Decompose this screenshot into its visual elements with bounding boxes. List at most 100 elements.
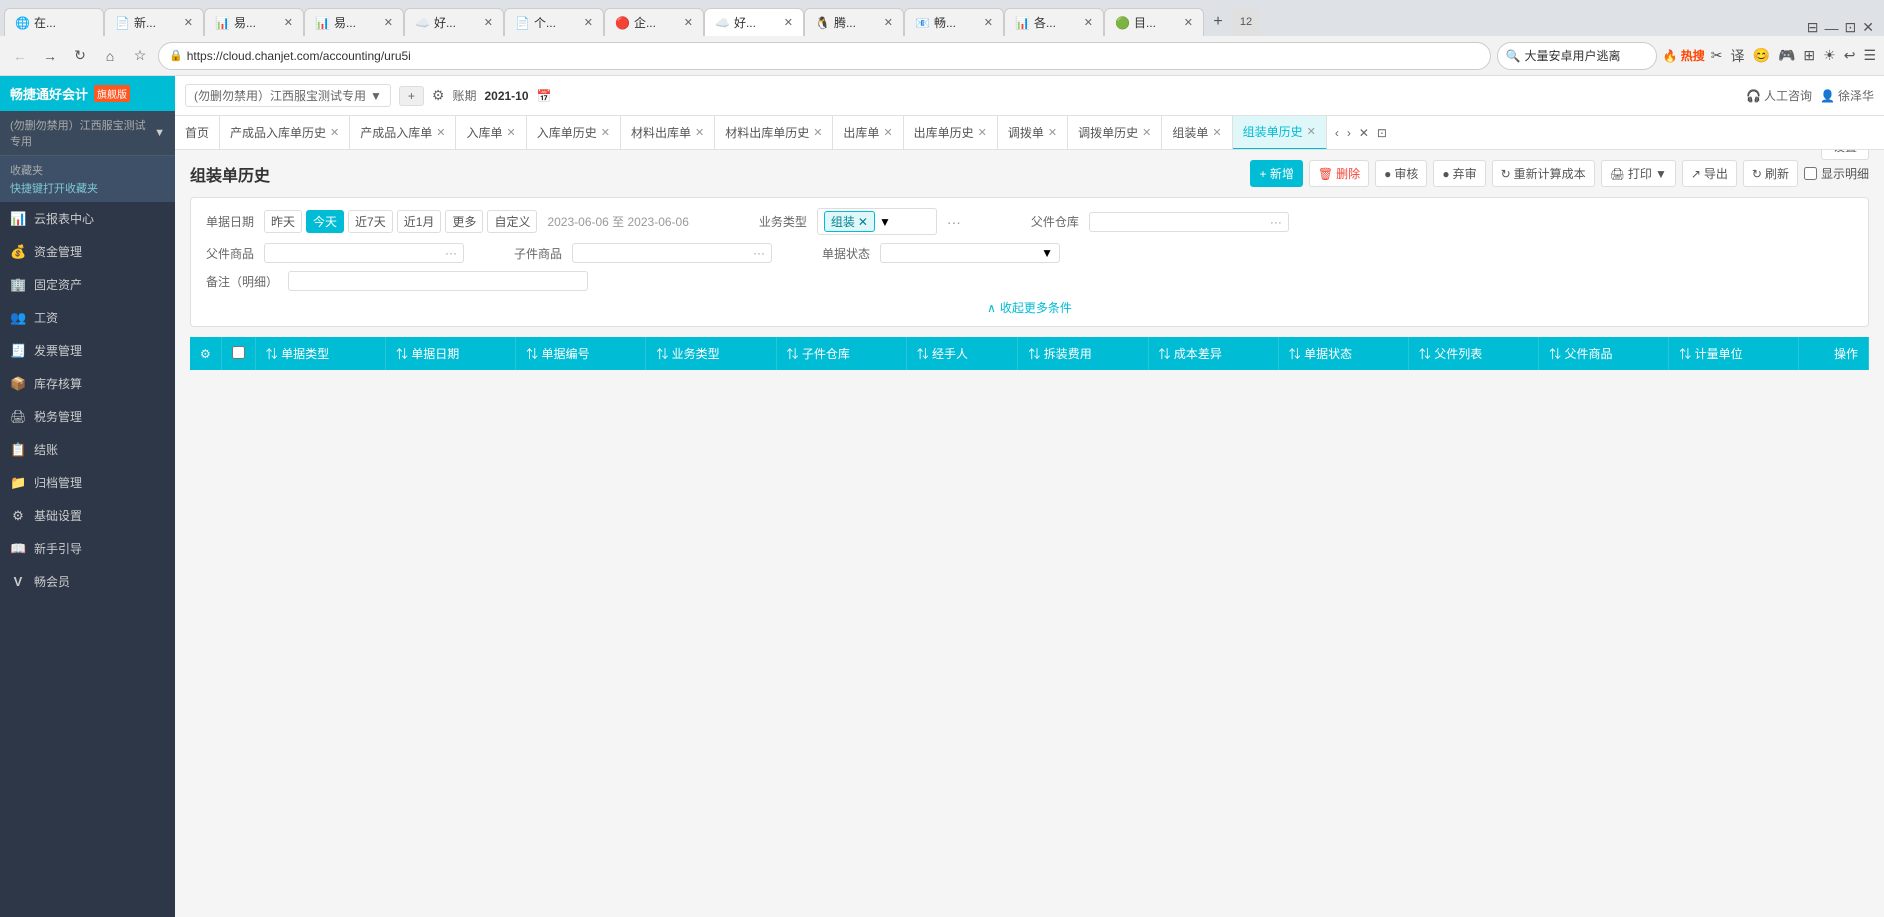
browser-tab-11[interactable]: 📊 各... ✕ xyxy=(1004,8,1104,36)
game-icon[interactable]: 🎮 xyxy=(1778,47,1795,64)
tab-close-3[interactable]: ✕ xyxy=(284,16,293,29)
delete-button[interactable]: 🗑 删除 xyxy=(1309,160,1369,187)
table-col-doc-date[interactable]: ⇅ 单据日期 xyxy=(385,337,515,370)
tab-scroll-left[interactable]: ‹ xyxy=(1331,124,1343,142)
note-input[interactable] xyxy=(288,271,588,291)
nav-tab-assembly-history-close[interactable]: ✕ xyxy=(1307,125,1316,138)
sidebar-item-archive[interactable]: 📁 归档管理 xyxy=(0,466,175,499)
browser-tab-3[interactable]: 📊 易... ✕ xyxy=(204,8,304,36)
nav-tab-transfer-history[interactable]: 调拨单历史 ✕ xyxy=(1068,116,1162,150)
tab-more-options[interactable]: ⊡ xyxy=(1373,124,1391,142)
address-bar[interactable]: 🔒 https://cloud.chanjet.com/accounting/u… xyxy=(158,42,1491,70)
grid-icon[interactable]: ⊞ xyxy=(1803,47,1815,64)
new-button[interactable]: + 新增 xyxy=(1250,160,1302,187)
browser-tab-5[interactable]: ☁️ 好... ✕ xyxy=(404,8,504,36)
consultation-button[interactable]: 🎧 人工咨询 xyxy=(1746,87,1812,104)
browser-tab-2[interactable]: 📄 新... ✕ xyxy=(104,8,204,36)
table-col-biz-type[interactable]: ⇅ 业务类型 xyxy=(646,337,776,370)
table-col-gear[interactable]: ⚙ xyxy=(190,337,221,370)
browser-tab-4[interactable]: 📊 易... ✕ xyxy=(304,8,404,36)
browser-tab-9[interactable]: 🐧 腾... ✕ xyxy=(804,8,904,36)
browser-tab-8[interactable]: ☁️ 好... ✕ xyxy=(704,8,804,36)
scissors-icon[interactable]: ✂ xyxy=(1711,47,1723,64)
browser-tab-10[interactable]: 📧 畅... ✕ xyxy=(904,8,1004,36)
parent-goods-more[interactable]: ··· xyxy=(445,246,457,260)
nav-tab-outbound-history[interactable]: 出库单历史 ✕ xyxy=(904,116,998,150)
emoji-icon[interactable]: 😊 xyxy=(1753,47,1770,64)
table-col-child-warehouse[interactable]: ⇅ 子件仓库 xyxy=(776,337,906,370)
nav-tab-inbound-history[interactable]: 入库单历史 ✕ xyxy=(527,116,621,150)
hot-search-label[interactable]: 🔥 热搜 xyxy=(1663,47,1705,64)
tab-close-5[interactable]: ✕ xyxy=(484,16,493,29)
nav-tab-outbound-history-close[interactable]: ✕ xyxy=(978,126,987,139)
add-account-button[interactable]: + xyxy=(399,86,424,106)
collapse-button[interactable]: ∧ 收起更多条件 xyxy=(206,299,1853,316)
display-detail-checkbox[interactable] xyxy=(1804,167,1817,180)
nav-tab-material-out[interactable]: 材料出库单 ✕ xyxy=(621,116,715,150)
print-button[interactable]: 🖨 打印 ▼ xyxy=(1601,160,1676,187)
parent-warehouse-select[interactable]: ··· xyxy=(1089,212,1289,232)
sidebar-item-assets[interactable]: 🏢 固定资产 xyxy=(0,268,175,301)
nav-tab-inbound[interactable]: 入库单 ✕ xyxy=(456,116,526,150)
display-detail-toggle[interactable]: 显示明细 xyxy=(1804,165,1869,182)
sidebar-item-reports[interactable]: 📊 云报表中心 xyxy=(0,202,175,235)
calendar-icon[interactable]: 📅 xyxy=(537,89,552,103)
child-goods-input[interactable]: ··· xyxy=(572,243,772,263)
review-button[interactable]: ● 审核 xyxy=(1375,160,1427,187)
table-col-doc-status[interactable]: ⇅ 单据状态 xyxy=(1278,337,1408,370)
nav-tab-home[interactable]: 首页 xyxy=(175,116,220,150)
restore-icon[interactable]: ⊟ xyxy=(1807,19,1819,36)
date-btn-custom[interactable]: 自定义 xyxy=(487,210,537,233)
back-button[interactable]: ← xyxy=(8,44,32,68)
doc-status-dropdown-arrow[interactable]: ▼ xyxy=(1041,246,1053,260)
tab-close-7[interactable]: ✕ xyxy=(684,16,693,29)
nav-tab-outbound-close[interactable]: ✕ xyxy=(883,126,892,139)
table-col-cost-diff[interactable]: ⇅ 成本差异 xyxy=(1148,337,1278,370)
tab-close-6[interactable]: ✕ xyxy=(584,16,593,29)
forward-button[interactable]: → xyxy=(38,44,62,68)
filter-settings-button[interactable]: 设置 xyxy=(1821,150,1869,160)
nav-tab-inbound-close[interactable]: ✕ xyxy=(507,126,516,139)
sidebar-item-invoice[interactable]: 🧾 发票管理 xyxy=(0,334,175,367)
tab-close-all[interactable]: ✕ xyxy=(1355,124,1373,142)
nav-tab-assembly-close[interactable]: ✕ xyxy=(1212,126,1221,139)
home-button[interactable]: ⌂ xyxy=(98,44,122,68)
date-btn-1month[interactable]: 近1月 xyxy=(397,210,442,233)
tab-scroll-right[interactable]: › xyxy=(1343,124,1355,142)
sidebar-item-member[interactable]: V 畅会员 xyxy=(0,565,175,598)
table-col-doc-type[interactable]: ⇅ 单据类型 xyxy=(255,337,385,370)
date-btn-more[interactable]: 更多 xyxy=(445,210,483,233)
tab-count-badge[interactable]: 12 xyxy=(1232,8,1260,36)
tab-close-8[interactable]: ✕ xyxy=(784,16,793,29)
browser-tab-6[interactable]: 📄 个... ✕ xyxy=(504,8,604,36)
new-tab-button[interactable]: + xyxy=(1204,8,1232,36)
tab-close-4[interactable]: ✕ xyxy=(384,16,393,29)
translate-icon[interactable]: 译 xyxy=(1731,46,1745,66)
menu-icon[interactable]: ☰ xyxy=(1863,47,1876,64)
sidebar-item-guide[interactable]: 📖 新手引导 xyxy=(0,532,175,565)
bookmark-button[interactable]: ☆ xyxy=(128,44,152,68)
reload-button[interactable]: ↻ xyxy=(68,44,92,68)
date-btn-today[interactable]: 今天 xyxy=(306,210,344,233)
select-all-checkbox[interactable] xyxy=(232,346,245,359)
maximize-icon[interactable]: ⊡ xyxy=(1845,19,1857,36)
doc-status-select[interactable]: ▼ xyxy=(880,243,1060,263)
nav-tab-assembly[interactable]: 组装单 ✕ xyxy=(1162,116,1232,150)
browser-tab-1[interactable]: 🌐 在... xyxy=(4,8,104,36)
brightness-icon[interactable]: ☀ xyxy=(1823,47,1836,64)
nav-tab-outbound[interactable]: 出库单 ✕ xyxy=(833,116,903,150)
sidebar-item-salary[interactable]: 👥 工资 xyxy=(0,301,175,334)
tab-close-11[interactable]: ✕ xyxy=(1084,16,1093,29)
sidebar-account[interactable]: (勿删勿禁用）江西服宝测试专用 ▼ xyxy=(0,111,175,156)
table-col-unit[interactable]: ⇅ 计量单位 xyxy=(1669,337,1799,370)
nav-tab-prod-in-close[interactable]: ✕ xyxy=(436,126,445,139)
nav-tab-transfer-history-close[interactable]: ✕ xyxy=(1142,126,1151,139)
tab-close-12[interactable]: ✕ xyxy=(1184,16,1193,29)
nav-tab-prod-in[interactable]: 产成品入库单 ✕ xyxy=(350,116,456,150)
biz-type-more[interactable]: ··· xyxy=(947,214,961,230)
nav-tab-material-out-history[interactable]: 材料出库单历史 ✕ xyxy=(715,116,833,150)
browser-tab-7[interactable]: 🔴 企... ✕ xyxy=(604,8,704,36)
date-btn-yesterday[interactable]: 昨天 xyxy=(264,210,302,233)
table-col-parent-list[interactable]: ⇅ 父件列表 xyxy=(1408,337,1538,370)
nav-tab-material-out-close[interactable]: ✕ xyxy=(695,126,704,139)
